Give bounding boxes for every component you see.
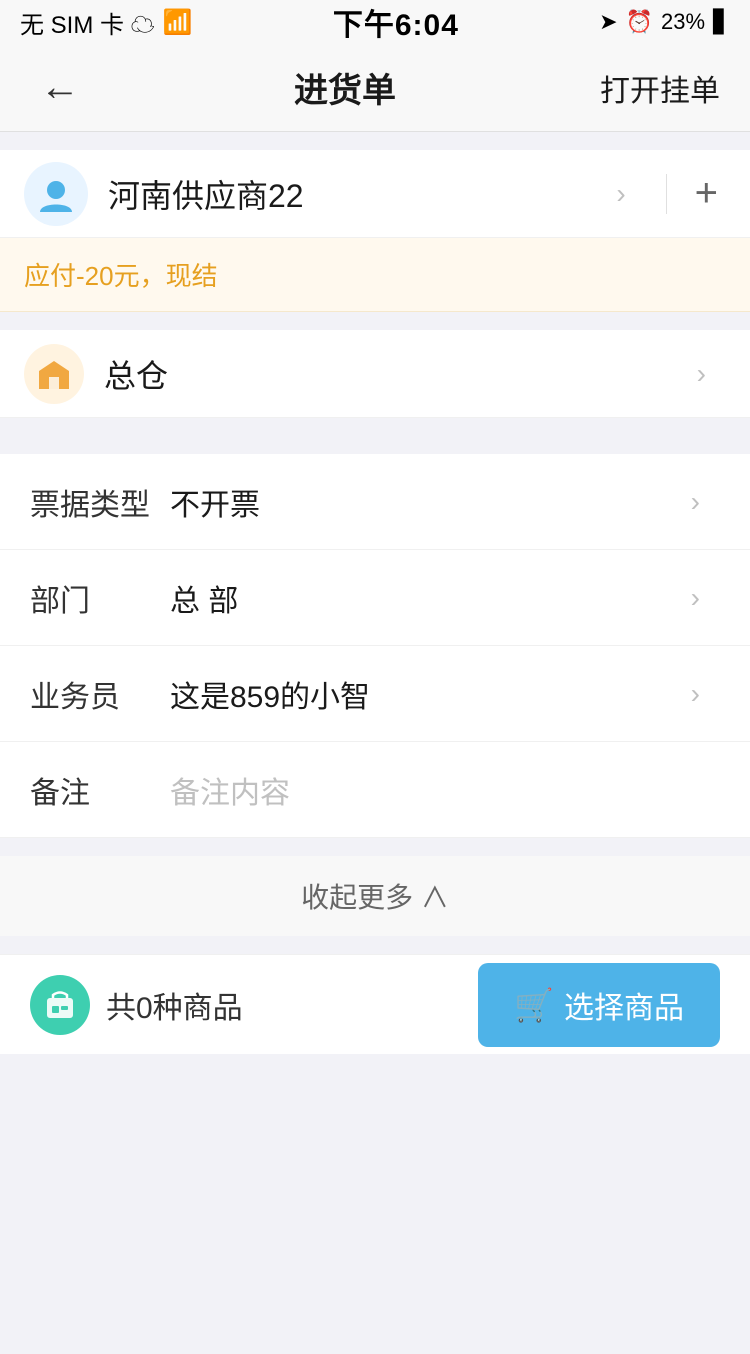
invoice-chevron-icon: › — [691, 486, 700, 518]
salesperson-row[interactable]: 业务员 这是859的小智 › — [0, 646, 750, 742]
dept-row[interactable]: 部门 总 部 › — [0, 550, 750, 646]
select-icon: 🛒 — [514, 986, 554, 1024]
alarm-icon: ⏰ — [626, 9, 653, 35]
collapse-button[interactable]: 收起更多 ∧ — [0, 856, 750, 936]
salesperson-chevron-icon: › — [691, 678, 700, 710]
supplier-chevron-icon: › — [616, 178, 625, 210]
status-bar: 无 SIM 卡 ☁ 📶 下午6:04 ➤ ⏰ 23% ▋ — [0, 0, 750, 44]
battery-text: 23% — [661, 9, 705, 35]
supplier-vertical-divider — [666, 174, 667, 214]
select-product-button[interactable]: 🛒 选择商品 — [478, 963, 720, 1047]
status-time: 下午6:04 — [333, 0, 459, 44]
location-icon: ➤ — [599, 9, 617, 35]
warehouse-row[interactable]: 总仓 › — [0, 330, 750, 418]
remark-label: 备注 — [30, 768, 150, 812]
supplier-avatar — [24, 162, 88, 226]
remark-row[interactable]: 备注 备注内容 — [0, 742, 750, 838]
notice-banner: 应付-20元，现结 — [0, 238, 750, 312]
salesperson-label: 业务员 — [30, 672, 150, 716]
divider-2 — [0, 418, 750, 436]
dept-label: 部门 — [30, 576, 150, 620]
warehouse-chevron-icon: › — [697, 358, 706, 390]
dept-chevron-icon: › — [691, 582, 700, 614]
supplier-row[interactable]: 河南供应商22 › + — [0, 150, 750, 238]
divider-1 — [0, 312, 750, 330]
top-divider — [0, 132, 750, 150]
back-button[interactable]: ← — [30, 55, 90, 120]
footer-background — [0, 1054, 750, 1354]
invoice-value: 不开票 — [150, 480, 691, 524]
add-supplier-button[interactable]: + — [687, 163, 726, 224]
warehouse-section: 总仓 › — [0, 330, 750, 418]
salesperson-value: 这是859的小智 — [150, 672, 691, 716]
wifi-icon: 📶 — [163, 8, 193, 37]
warehouse-icon — [24, 344, 84, 404]
product-count-text: 共0种商品 — [106, 983, 478, 1027]
nav-bar: ← 进货单 打开挂单 — [0, 44, 750, 132]
supplier-name: 河南供应商22 — [108, 171, 616, 217]
status-right: ➤ ⏰ 23% ▋ — [599, 9, 730, 35]
battery-icon: ▋ — [713, 9, 730, 35]
form-section: 票据类型 不开票 › 部门 总 部 › 业务员 这是859的小智 › 备注 备注… — [0, 454, 750, 838]
status-left: 无 SIM 卡 ☁ 📶 — [20, 5, 193, 40]
warehouse-name: 总仓 — [104, 351, 697, 397]
invoice-label: 票据类型 — [30, 480, 150, 524]
invoice-row[interactable]: 票据类型 不开票 › — [0, 454, 750, 550]
dept-value: 总 部 — [150, 576, 691, 620]
product-icon — [30, 975, 90, 1035]
open-pending-button[interactable]: 打开挂单 — [600, 66, 720, 110]
remark-input[interactable]: 备注内容 — [150, 768, 720, 812]
bottom-bar: 共0种商品 🛒 选择商品 — [0, 954, 750, 1054]
supplier-section: 河南供应商22 › + 应付-20元，现结 — [0, 150, 750, 312]
select-btn-label: 选择商品 — [564, 983, 684, 1027]
page-title: 进货单 — [294, 63, 396, 112]
collapse-label: 收起更多 ∧ — [301, 876, 449, 916]
signal-text: 无 SIM 卡 ☁ — [20, 5, 155, 40]
